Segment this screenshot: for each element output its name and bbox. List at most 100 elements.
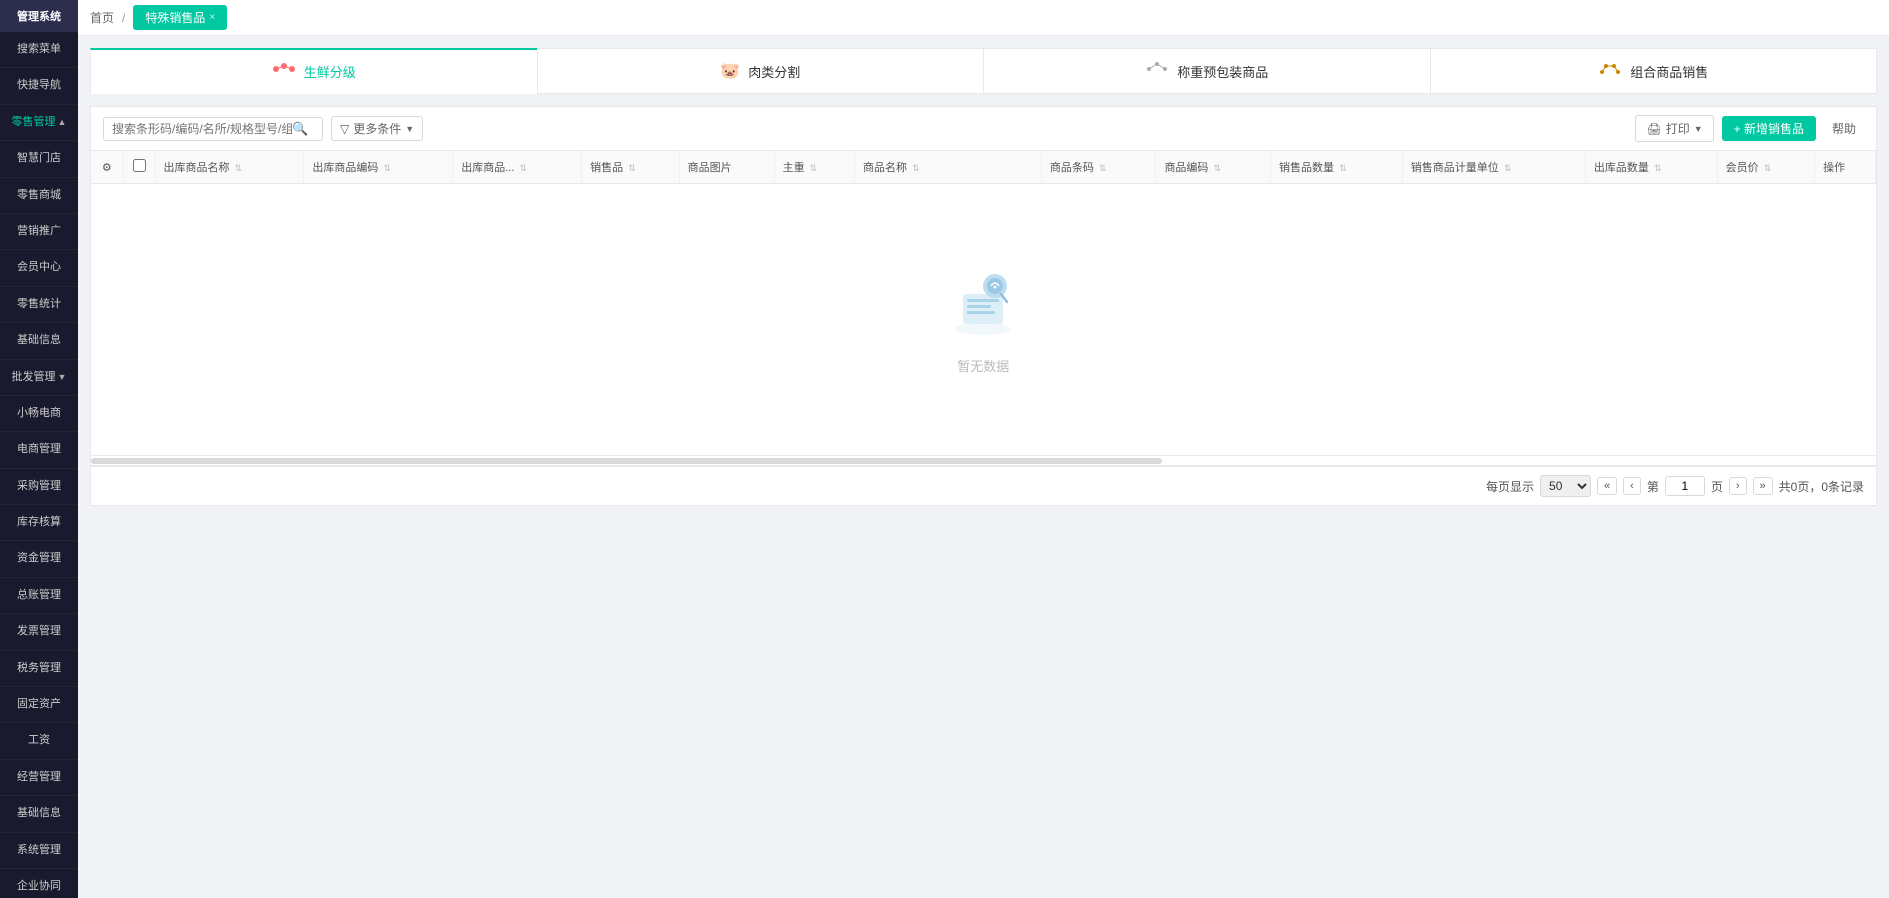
next-page-button[interactable]: › <box>1729 477 1747 495</box>
tab-combo-sales[interactable]: 组合商品销售 <box>1430 48 1878 94</box>
search-input[interactable] <box>112 122 292 136</box>
toolbar: 🔍 ▽ 更多条件 ▼ 🖨 打印 ▼ + 新增销售品 帮助 <box>90 106 1877 150</box>
sort-arrows-icon[interactable]: ⇅ <box>235 163 243 173</box>
chevron-down-icon: ▲ <box>58 116 67 129</box>
th-checkbox[interactable] <box>123 151 155 184</box>
scrollbar-thumb[interactable] <box>91 458 1162 464</box>
chevron-down-icon-2: ▼ <box>58 371 67 384</box>
sidebar-item-quick-nav[interactable]: 快捷导航 <box>0 68 78 104</box>
sidebar-item-member-center[interactable]: 会员中心 <box>0 250 78 286</box>
sidebar-item-retail-stats[interactable]: 零售统计 <box>0 287 78 323</box>
data-table-wrapper: ⚙ 出库商品名称 ⇅ 出库商品编码 ⇅ <box>90 150 1877 456</box>
th-weight: 主重 ⇅ <box>774 151 854 184</box>
sidebar-item-inventory[interactable]: 库存核算 <box>0 505 78 541</box>
sidebar-item-base-info2[interactable]: 基础信息 <box>0 796 78 832</box>
sidebar-item-tax-mgmt[interactable]: 税务管理 <box>0 651 78 687</box>
new-label: + 新增销售品 <box>1734 120 1804 137</box>
sidebar-item-corp-agreement[interactable]: 企业协同 <box>0 869 78 898</box>
last-page-button[interactable]: » <box>1753 477 1773 495</box>
th-product-name: 商品名称 ⇅ <box>854 151 1041 184</box>
sidebar-item-purchase-mgmt[interactable]: 采购管理 <box>0 469 78 505</box>
page-label: 第 <box>1647 478 1659 495</box>
th-sales-product: 销售品 ⇅ <box>582 151 679 184</box>
sort-arrows-icon-9[interactable]: ⇅ <box>1339 163 1347 173</box>
empty-text: 暂无数据 <box>957 356 1009 375</box>
print-chevron-icon: ▼ <box>1694 124 1703 134</box>
total-info: 共0页，0条记录 <box>1779 478 1864 495</box>
table-header-row: ⚙ 出库商品名称 ⇅ 出库商品编码 ⇅ <box>91 151 1876 184</box>
th-product-image: 商品图片 <box>679 151 774 184</box>
sort-arrows-icon-11[interactable]: ⇅ <box>1654 163 1662 173</box>
sort-arrows-icon-8[interactable]: ⇅ <box>1214 163 1222 173</box>
sidebar-item-payroll[interactable]: 工资 <box>0 723 78 759</box>
sidebar: 管理系统 搜索菜单 快捷导航 零售管理 ▲ 智慧门店 零售商城 营销推广 会员中… <box>0 0 78 898</box>
toolbar-left: 🔍 ▽ 更多条件 ▼ <box>103 116 423 141</box>
sort-arrows-icon-3[interactable]: ⇅ <box>519 163 527 173</box>
filter-button[interactable]: ▽ 更多条件 ▼ <box>331 116 423 141</box>
th-sales-unit: 销售商品计量单位 ⇅ <box>1402 151 1585 184</box>
page-tabs: 生鲜分级 🐷 肉类分割 称重预包装商品 <box>90 48 1877 94</box>
topbar: 首页 / 特殊销售品 × <box>78 0 1889 36</box>
sidebar-item-mini-ecom[interactable]: 小畅电商 <box>0 396 78 432</box>
sidebar-item-finance-mgmt[interactable]: 资金管理 <box>0 541 78 577</box>
print-button[interactable]: 🖨 打印 ▼ <box>1635 115 1713 142</box>
new-sales-product-button[interactable]: + 新增销售品 <box>1722 116 1816 141</box>
sidebar-item-ops-mgmt[interactable]: 经营管理 <box>0 760 78 796</box>
sidebar-item-sys-mgmt[interactable]: 系统管理 <box>0 833 78 869</box>
sidebar-item-fixed-assets[interactable]: 固定资产 <box>0 687 78 723</box>
tab-weight-prepack-label: 称重预包装商品 <box>1177 62 1268 81</box>
prev-page-button[interactable]: ‹ <box>1623 477 1641 495</box>
sort-arrows-icon-6[interactable]: ⇅ <box>912 163 920 173</box>
pagination-controls: 每页显示 10 20 50 100 « ‹ 第 页 › » 共0页，0条记录 <box>1486 475 1864 497</box>
empty-state: 暂无数据 <box>91 184 1876 455</box>
th-out-product-x: 出库商品... ⇅ <box>453 151 582 184</box>
sidebar-item-ecom-mgmt[interactable]: 电商管理 <box>0 432 78 468</box>
tab-fresh-grade[interactable]: 生鲜分级 <box>90 48 537 94</box>
fresh-grade-icon <box>272 60 296 83</box>
sort-arrows-icon-7[interactable]: ⇅ <box>1099 163 1107 173</box>
th-member-price: 会员价 ⇅ <box>1717 151 1814 184</box>
page-suffix: 页 <box>1711 478 1723 495</box>
pagination-bar: 每页显示 10 20 50 100 « ‹ 第 页 › » 共0页，0条记录 <box>90 466 1877 506</box>
sort-arrows-icon-5[interactable]: ⇅ <box>810 163 818 173</box>
tab-weight-prepack[interactable]: 称重预包装商品 <box>983 48 1430 94</box>
app-logo: 管理系统 <box>0 0 78 32</box>
sidebar-item-invoice-mgmt[interactable]: 发票管理 <box>0 614 78 650</box>
sidebar-item-smart-store[interactable]: 智慧门店 <box>0 141 78 177</box>
help-button[interactable]: 帮助 <box>1824 116 1864 141</box>
sidebar-item-retail-mall[interactable]: 零售商城 <box>0 178 78 214</box>
horizontal-scrollbar[interactable] <box>90 456 1877 466</box>
active-tab[interactable]: 特殊销售品 × <box>133 5 227 30</box>
sort-arrows-icon-2[interactable]: ⇅ <box>383 163 391 173</box>
data-table: ⚙ 出库商品名称 ⇅ 出库商品编码 ⇅ <box>91 151 1876 455</box>
per-page-select[interactable]: 10 20 50 100 <box>1540 475 1591 497</box>
sort-arrows-icon-4[interactable]: ⇅ <box>628 163 636 173</box>
tab-combo-sales-label: 组合商品销售 <box>1630 62 1708 81</box>
print-label: 打印 <box>1666 120 1690 137</box>
first-page-button[interactable]: « <box>1597 477 1617 495</box>
search-box[interactable]: 🔍 <box>103 117 323 141</box>
sort-arrows-icon-10[interactable]: ⇅ <box>1504 163 1512 173</box>
filter-icon: ▽ <box>340 122 349 136</box>
sidebar-item-basic-info[interactable]: 基础信息 <box>0 323 78 359</box>
tab-meat-cut[interactable]: 🐷 肉类分割 <box>537 48 984 94</box>
page-input[interactable] <box>1665 476 1705 496</box>
sort-arrows-icon-12[interactable]: ⇅ <box>1764 163 1772 173</box>
breadcrumb-home[interactable]: 首页 <box>90 9 114 26</box>
toolbar-right: 🖨 打印 ▼ + 新增销售品 帮助 <box>1635 115 1864 142</box>
th-out-qty: 出库品数量 ⇅ <box>1585 151 1717 184</box>
sidebar-item-sales-promo[interactable]: 营销推广 <box>0 214 78 250</box>
table-body: 暂无数据 <box>91 184 1876 456</box>
th-settings[interactable]: ⚙ <box>91 151 123 184</box>
tab-close-icon[interactable]: × <box>209 12 215 23</box>
sidebar-item-search-menu[interactable]: 搜索菜单 <box>0 32 78 68</box>
sidebar-item-wholesale-mgmt[interactable]: 批发管理 ▼ <box>0 360 78 396</box>
main-content: 首页 / 特殊销售品 × 生鲜分级 <box>78 0 1889 898</box>
empty-row: 暂无数据 <box>91 184 1876 456</box>
sidebar-item-ledger-mgmt[interactable]: 总账管理 <box>0 578 78 614</box>
th-barcode: 商品条码 ⇅ <box>1041 151 1156 184</box>
content-area: 生鲜分级 🐷 肉类分割 称重预包装商品 <box>78 36 1889 898</box>
th-action: 操作 <box>1815 151 1876 184</box>
sidebar-item-retail-mgmt[interactable]: 零售管理 ▲ <box>0 105 78 141</box>
select-all-checkbox[interactable] <box>133 159 146 172</box>
